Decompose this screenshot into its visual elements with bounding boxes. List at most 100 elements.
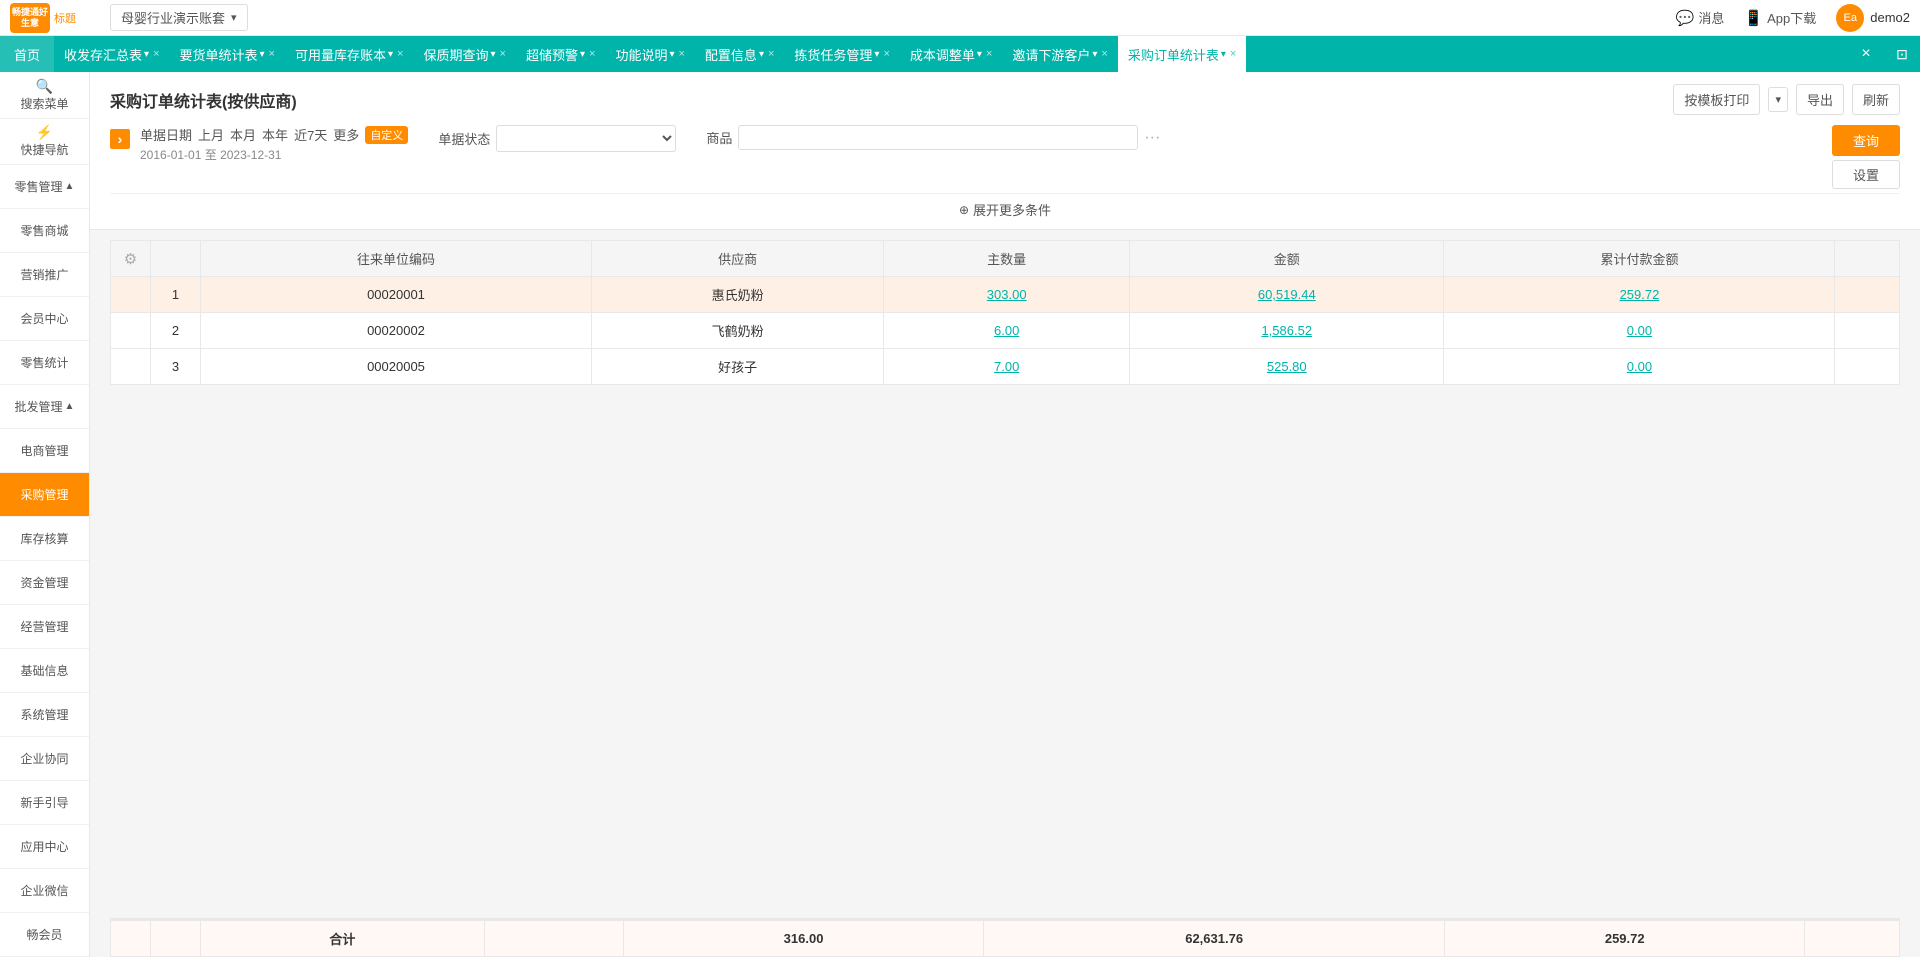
goods-input[interactable]	[738, 125, 1138, 150]
sidebar-item-ecommerce[interactable]: 电商管理	[0, 429, 89, 473]
nav-tabs-bar: 首页 收发存汇总表▾× 要货单统计表▾× 可用量库存账本▾× 保质期查询▾× 超…	[0, 36, 1920, 72]
sidebar-item-purchase-mgmt[interactable]: 采购管理	[0, 473, 89, 517]
avatar-label: Ea	[1844, 12, 1857, 24]
tab-cost-adjust[interactable]: 成本调整单▾×	[900, 36, 1002, 72]
sidebar-item-newbie[interactable]: 新手引导	[0, 781, 89, 825]
retail-mall-label: 零售商城	[20, 222, 68, 239]
date-filter-group: 单据日期 上月 本月 本年 近7天 更多 自定义 2016-01-01 至 20…	[140, 125, 408, 163]
sidebar-item-retail-mall[interactable]: 零售商城	[0, 209, 89, 253]
app-download-btn[interactable]: 📱 App下载	[1744, 8, 1816, 27]
footer-total-label: 合计	[329, 932, 355, 947]
sidebar-item-finance[interactable]: 资金管理	[0, 561, 89, 605]
tab-function[interactable]: 功能说明▾×	[605, 36, 694, 72]
member-center-label: 会员中心	[20, 310, 68, 327]
row3-quantity[interactable]: 7.00	[884, 349, 1130, 385]
sidebar-item-operations[interactable]: 经营管理	[0, 605, 89, 649]
sidebar-item-vip[interactable]: 畅会员	[0, 913, 89, 957]
message-label: 消息	[1698, 8, 1724, 27]
row2-unit-code: 00020002	[201, 313, 592, 349]
row2-amount[interactable]: 1,586.52	[1130, 313, 1444, 349]
message-btn[interactable]: 💬 消息	[1676, 8, 1725, 27]
tab-config[interactable]: 配置信息▾×	[695, 36, 784, 72]
sidebar-item-retail-mgmt[interactable]: 零售管理 ▲	[0, 165, 89, 209]
user-name: demo2	[1870, 10, 1910, 25]
tab-purchase-stats[interactable]: 采购订单统计表▾×	[1118, 36, 1246, 72]
sidebar-item-system[interactable]: 系统管理	[0, 693, 89, 737]
row3-amount[interactable]: 525.80	[1130, 349, 1444, 385]
logo: 畅捷通好生意 标题	[10, 3, 100, 33]
page-actions: 按模板打印 ▾ 导出 刷新	[1673, 84, 1900, 115]
date-shortcut-7days[interactable]: 近7天	[294, 125, 327, 144]
tab-picking[interactable]: 拣货任务管理▾×	[784, 36, 899, 72]
tab-home[interactable]: 首页	[0, 36, 54, 72]
date-shortcut-this-month[interactable]: 本月	[230, 125, 256, 144]
status-filter-label: 单据状态	[438, 129, 490, 148]
row2-quantity[interactable]: 6.00	[884, 313, 1130, 349]
retail-stats-label: 零售统计	[20, 354, 68, 371]
main-content: 采购订单统计表(按供应商) 按模板打印 ▾ 导出 刷新 › 单据日期	[90, 72, 1920, 957]
date-shortcut-last-month[interactable]: 上月	[198, 125, 224, 144]
col-unit-code-header: 往来单位编码	[201, 241, 592, 277]
filter-toggle-btn[interactable]: ›	[110, 129, 130, 149]
sidebar-item-wholesale-mgmt[interactable]: 批发管理 ▲	[0, 385, 89, 429]
row1-quantity[interactable]: 303.00	[884, 277, 1130, 313]
sidebar-item-marketing[interactable]: 营销推广	[0, 253, 89, 297]
refresh-btn[interactable]: 刷新	[1852, 84, 1900, 115]
nav-maximize-btn[interactable]: ⊡	[1884, 36, 1920, 72]
row1-supplier: 惠氏奶粉	[591, 277, 883, 313]
row2-extra	[1835, 313, 1900, 349]
row2-index: 2	[151, 313, 201, 349]
setting-btn[interactable]: 设置	[1832, 160, 1900, 189]
tab-overstock[interactable]: 超储预警▾×	[516, 36, 605, 72]
sidebar-item-enterprise-collab[interactable]: 企业协同	[0, 737, 89, 781]
export-btn[interactable]: 导出	[1796, 84, 1844, 115]
tab-home-label: 首页	[14, 45, 40, 64]
sidebar-item-retail-stats[interactable]: 零售统计	[0, 341, 89, 385]
sidebar-item-basic-info[interactable]: 基础信息	[0, 649, 89, 693]
wholesale-mgmt-label: 批发管理	[15, 398, 63, 415]
tab-requisition[interactable]: 要货单统计表▾×	[170, 36, 285, 72]
expand-conditions-btn[interactable]: ⊕ 展开更多条件	[110, 193, 1900, 219]
goods-input-ellipsis[interactable]: ···	[1144, 129, 1160, 147]
sidebar-item-inventory[interactable]: 库存核算	[0, 517, 89, 561]
print-arrow-icon[interactable]: ▾	[1768, 87, 1788, 112]
row2-supplier: 飞鹤奶粉	[591, 313, 883, 349]
row3-paid[interactable]: 0.00	[1444, 349, 1835, 385]
user-profile[interactable]: Ea demo2	[1836, 4, 1910, 32]
app-download-label: App下载	[1767, 8, 1816, 27]
topbar-right: 💬 消息 📱 App下载 Ea demo2	[1676, 4, 1910, 32]
custom-date-tag[interactable]: 自定义	[365, 126, 408, 144]
query-btn[interactable]: 查询	[1832, 125, 1900, 156]
table-row: 1 00020001 惠氏奶粉 303.00 60,519.44 259.72	[111, 277, 1900, 313]
search-icon: 🔍	[36, 78, 53, 95]
row1-paid[interactable]: 259.72	[1444, 277, 1835, 313]
expand-down-icon: ⊕	[959, 203, 969, 217]
tab-expiry[interactable]: 保质期查询▾×	[413, 36, 515, 72]
sidebar-item-app-center[interactable]: 应用中心	[0, 825, 89, 869]
status-select[interactable]	[496, 125, 676, 152]
date-shortcut-more[interactable]: 更多	[333, 125, 359, 144]
date-shortcut-this-year[interactable]: 本年	[262, 125, 288, 144]
wholesale-mgmt-arrow: ▲	[65, 401, 75, 412]
operations-label: 经营管理	[20, 618, 68, 635]
query-actions: 查询 设置	[1832, 125, 1900, 189]
col-paid-header: 累计付款金额	[1444, 241, 1835, 277]
sidebar-item-shortcuts[interactable]: ⚡ 快捷导航	[0, 119, 89, 166]
tab-collection[interactable]: 收发存汇总表▾×	[54, 36, 169, 72]
tab-available-stock[interactable]: 可用量库存账本▾×	[285, 36, 413, 72]
sidebar-item-search[interactable]: 🔍 搜索菜单	[0, 72, 89, 119]
row2-paid[interactable]: 0.00	[1444, 313, 1835, 349]
row1-amount[interactable]: 60,519.44	[1130, 277, 1444, 313]
sidebar-item-enterprise-wechat[interactable]: 企业微信	[0, 869, 89, 913]
print-btn[interactable]: 按模板打印	[1673, 84, 1760, 115]
workspace-selector[interactable]: 母婴行业演示账套 ▾	[110, 4, 248, 31]
col-settings-header[interactable]: ⚙	[111, 241, 151, 277]
tab-invite[interactable]: 邀请下游客户▾×	[1002, 36, 1117, 72]
workspace-label: 母婴行业演示账套	[121, 8, 225, 27]
sidebar-item-member-center[interactable]: 会员中心	[0, 297, 89, 341]
row1-settings	[111, 277, 151, 313]
col-amount-header: 金额	[1130, 241, 1444, 277]
table-footer: 合计 316.00 62,631.76 259.72	[110, 918, 1900, 957]
nav-close-btn[interactable]: ×	[1848, 36, 1884, 72]
table-row: 3 00020005 好孩子 7.00 525.80 0.00	[111, 349, 1900, 385]
